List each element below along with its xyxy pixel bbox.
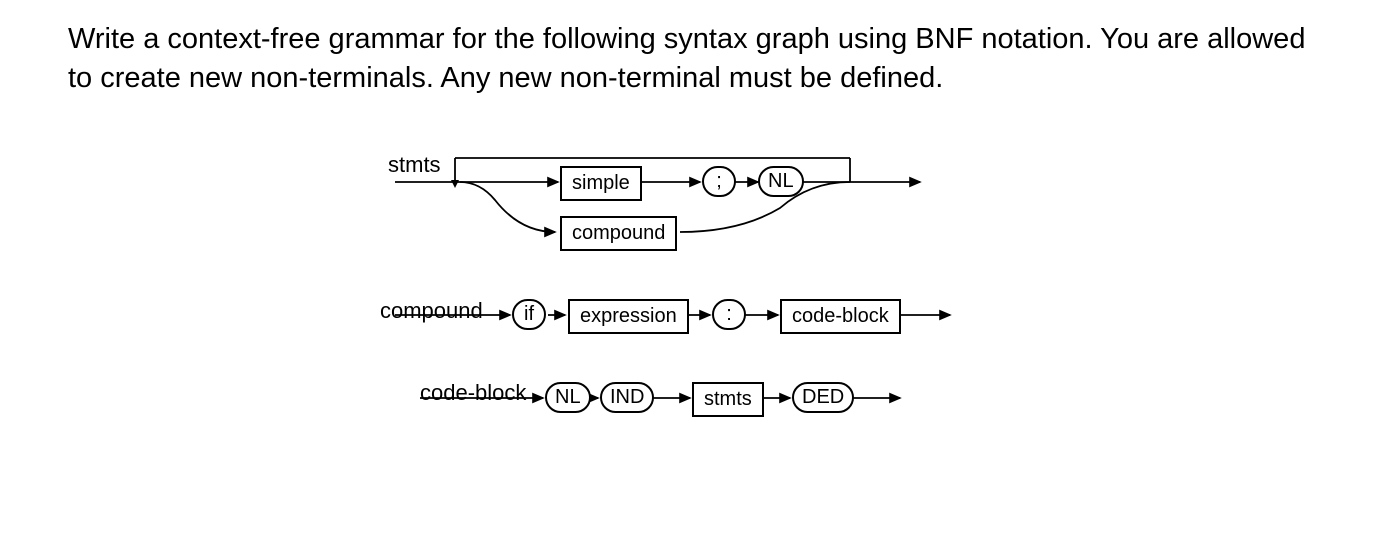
terminal-semicolon: ;	[702, 166, 736, 197]
nonterminal-compound-ref: compound	[560, 216, 677, 251]
nonterminal-expression: expression	[568, 299, 689, 334]
nonterminal-simple: simple	[560, 166, 642, 201]
terminal-colon: :	[712, 299, 746, 330]
syntax-diagram: stmts simple ; NL compound compound if e…	[380, 140, 1020, 460]
nonterminal-codeblock-ref: code-block	[780, 299, 901, 334]
rule-label-compound: compound	[380, 298, 483, 324]
terminal-ded: DED	[792, 382, 854, 413]
question-prompt: Write a context-free grammar for the fol…	[68, 20, 1328, 98]
rule-label-codeblock: code-block	[420, 380, 526, 406]
terminal-ind: IND	[600, 382, 654, 413]
terminal-nl-codeblock: NL	[545, 382, 591, 413]
rule-label-stmts: stmts	[388, 152, 441, 178]
terminal-if: if	[512, 299, 546, 330]
terminal-nl-stmts: NL	[758, 166, 804, 197]
nonterminal-stmts-ref: stmts	[692, 382, 764, 417]
